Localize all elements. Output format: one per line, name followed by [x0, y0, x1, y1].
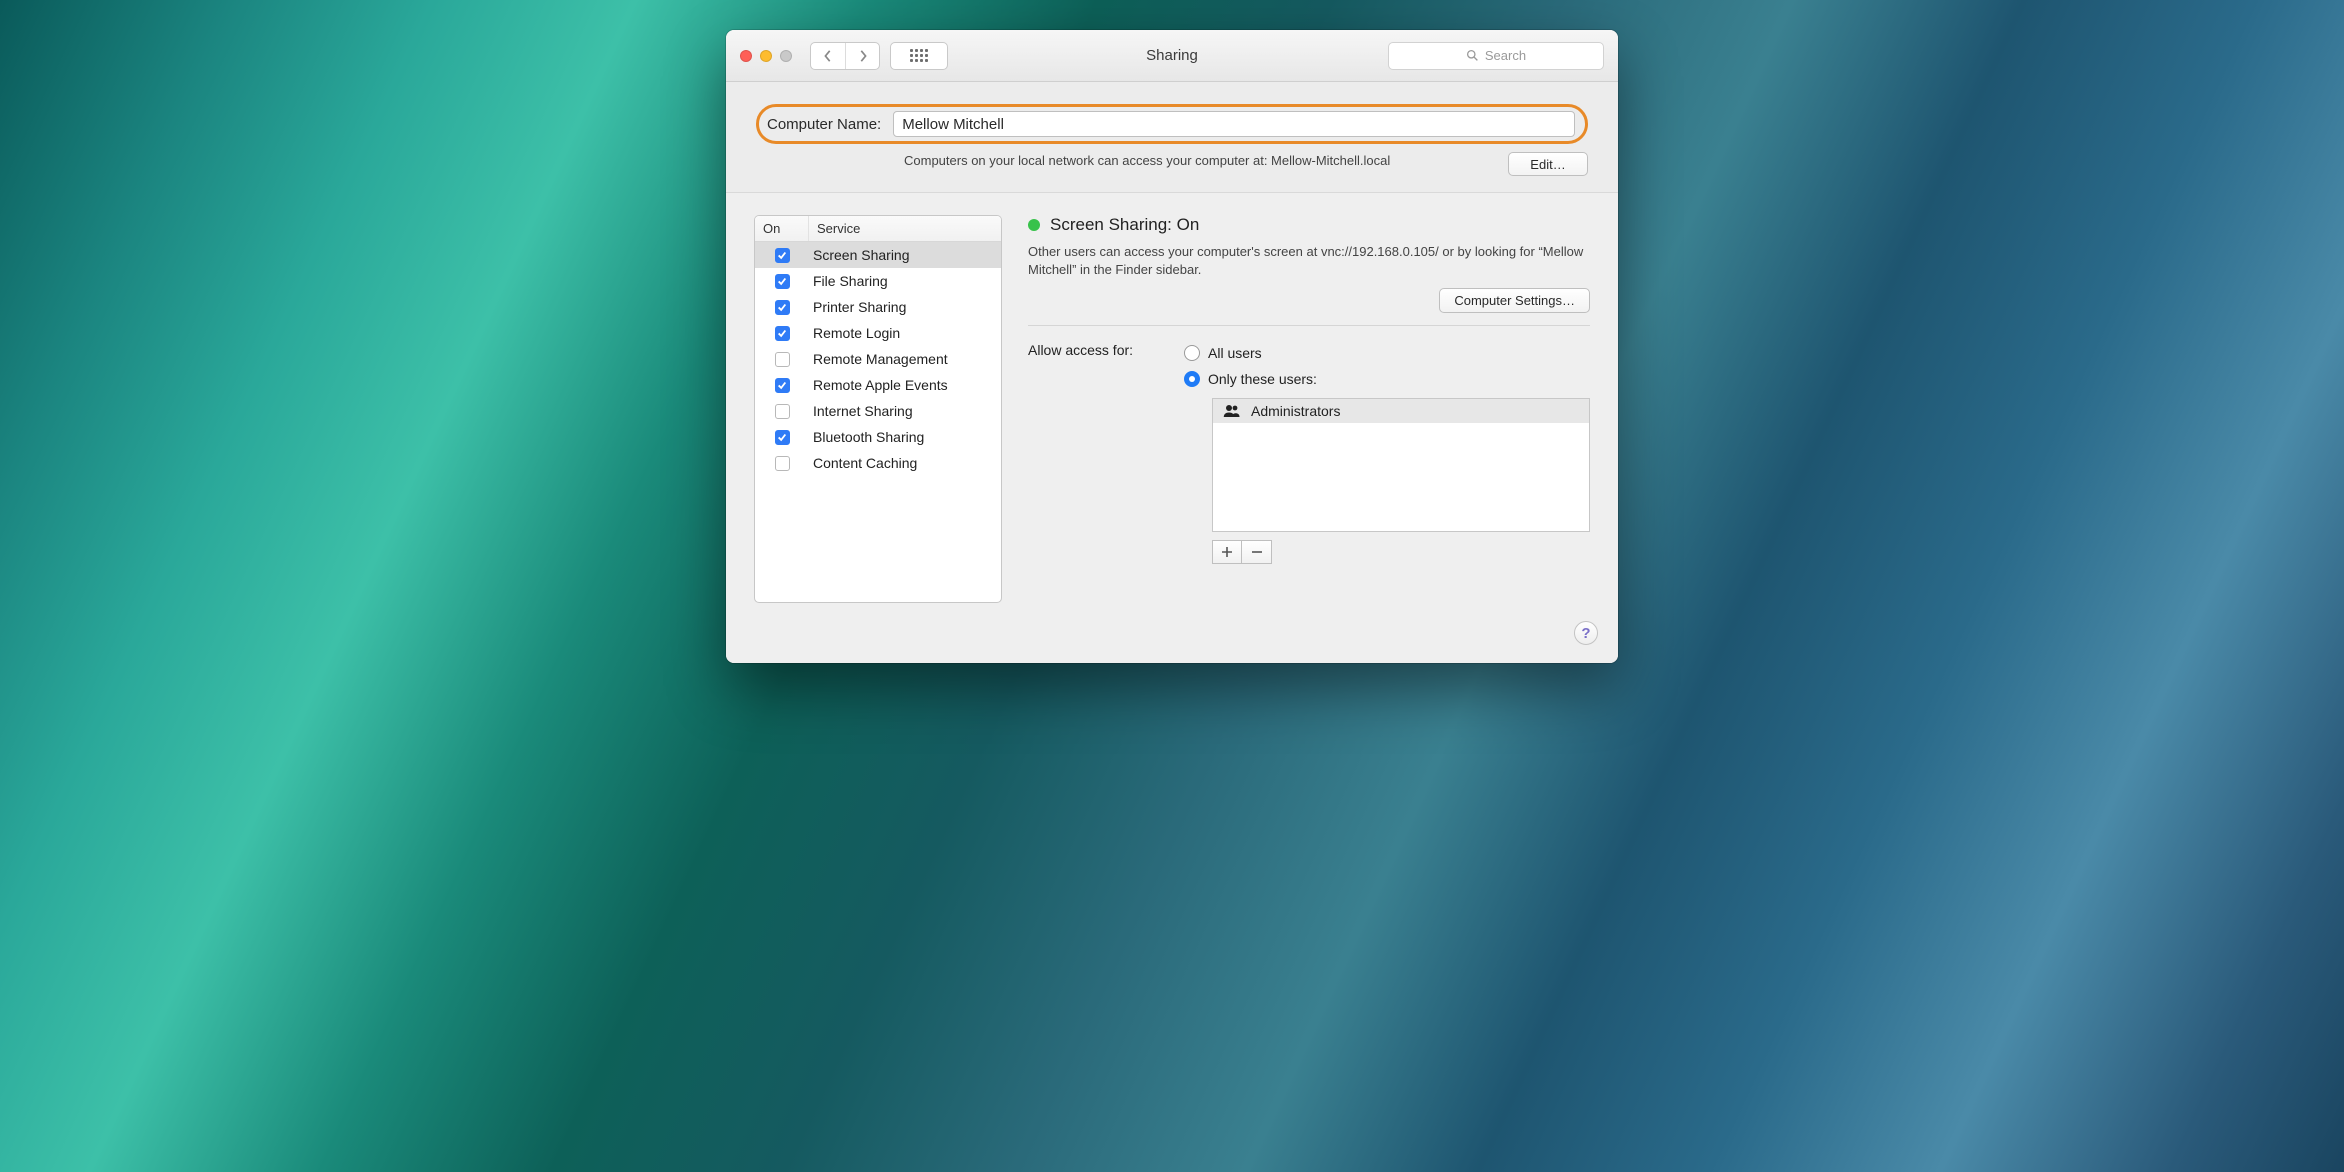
add-user-button[interactable]	[1212, 540, 1242, 564]
minimize-button[interactable]	[760, 50, 772, 62]
service-name: Printer Sharing	[809, 299, 1001, 315]
footer: ?	[726, 611, 1618, 663]
service-checkbox[interactable]	[775, 378, 790, 393]
close-button[interactable]	[740, 50, 752, 62]
service-row[interactable]: File Sharing	[755, 268, 1001, 294]
help-button[interactable]: ?	[1574, 621, 1598, 645]
users-icon	[1223, 404, 1241, 418]
service-checkbox[interactable]	[775, 248, 790, 263]
search-field-wrap[interactable]: Search	[1388, 42, 1604, 70]
plus-minus-segment	[1212, 540, 1590, 564]
detail-title: Screen Sharing: On	[1050, 215, 1199, 235]
services-body: Screen Sharing File Sharing Printer Sharin…	[755, 242, 1001, 602]
radio-all-users[interactable]: All users	[1184, 340, 1590, 366]
remove-user-button[interactable]	[1242, 540, 1272, 564]
services-table: On Service Screen Sharing File Sharing Pri…	[754, 215, 1002, 603]
service-row[interactable]: Remote Management	[755, 346, 1001, 372]
grid-icon	[910, 49, 928, 63]
detail-title-row: Screen Sharing: On	[1028, 215, 1590, 235]
radio-only-users[interactable]: Only these users:	[1184, 366, 1590, 392]
service-name: File Sharing	[809, 273, 1001, 289]
radio-all-users-icon	[1184, 345, 1200, 361]
service-checkbox[interactable]	[775, 430, 790, 445]
service-checkbox[interactable]	[775, 456, 790, 471]
minus-icon	[1251, 546, 1263, 558]
services-header: On Service	[755, 216, 1001, 242]
computer-name-input[interactable]	[893, 111, 1575, 137]
service-name: Remote Management	[809, 351, 1001, 367]
show-all-button[interactable]	[890, 42, 948, 70]
service-checkbox[interactable]	[775, 274, 790, 289]
nav-segment	[810, 42, 880, 70]
check-icon	[777, 276, 787, 286]
service-row[interactable]: Bluetooth Sharing	[755, 424, 1001, 450]
sharing-window: Sharing Search Computer Name: Computers …	[726, 30, 1618, 663]
services-header-service: Service	[809, 216, 1001, 241]
help-icon: ?	[1581, 625, 1590, 642]
access-options: All users Only these users:	[1184, 340, 1590, 564]
traffic-lights	[740, 50, 792, 62]
service-row[interactable]: Printer Sharing	[755, 294, 1001, 320]
service-name: Bluetooth Sharing	[809, 429, 1001, 445]
detail-pane: Screen Sharing: On Other users can acces…	[1028, 215, 1590, 603]
service-row[interactable]: Screen Sharing	[755, 242, 1001, 268]
service-row[interactable]: Remote Login	[755, 320, 1001, 346]
user-list-name: Administrators	[1251, 403, 1340, 419]
service-row[interactable]: Content Caching	[755, 450, 1001, 476]
service-checkbox[interactable]	[775, 404, 790, 419]
service-checkbox[interactable]	[775, 326, 790, 341]
check-icon	[777, 302, 787, 312]
access-row: Allow access for: All users Only these u…	[1028, 340, 1590, 564]
lower-pane: On Service Screen Sharing File Sharing Pri…	[726, 193, 1618, 611]
radio-only-users-icon	[1184, 371, 1200, 387]
service-checkbox[interactable]	[775, 300, 790, 315]
edit-button[interactable]: Edit…	[1508, 152, 1588, 176]
check-icon	[777, 250, 787, 260]
plus-icon	[1221, 546, 1233, 558]
service-name: Internet Sharing	[809, 403, 1001, 419]
chevron-left-icon	[823, 50, 833, 62]
access-label: Allow access for:	[1028, 340, 1174, 358]
check-icon	[777, 432, 787, 442]
back-button[interactable]	[811, 43, 845, 69]
service-checkbox[interactable]	[775, 352, 790, 367]
service-name: Screen Sharing	[809, 247, 1001, 263]
upper-pane: Computer Name: Computers on your local n…	[726, 82, 1618, 193]
status-dot-icon	[1028, 219, 1040, 231]
service-name: Remote Apple Events	[809, 377, 1001, 393]
maximize-button[interactable]	[780, 50, 792, 62]
computer-name-highlight: Computer Name:	[756, 104, 1588, 144]
computer-name-hint: Computers on your local network can acce…	[904, 152, 1488, 176]
radio-only-users-label: Only these users:	[1208, 371, 1317, 387]
service-row[interactable]: Remote Apple Events	[755, 372, 1001, 398]
computer-settings-button[interactable]: Computer Settings…	[1439, 288, 1590, 313]
user-list[interactable]: Administrators	[1212, 398, 1590, 532]
divider	[1028, 325, 1590, 326]
detail-description: Other users can access your computer's s…	[1028, 243, 1590, 278]
check-icon	[777, 328, 787, 338]
check-icon	[777, 380, 787, 390]
user-list-row[interactable]: Administrators	[1213, 399, 1589, 423]
computer-name-label: Computer Name:	[767, 116, 881, 133]
radio-all-users-label: All users	[1208, 345, 1262, 361]
services-header-on: On	[755, 216, 809, 241]
titlebar: Sharing Search	[726, 30, 1618, 82]
service-row[interactable]: Internet Sharing	[755, 398, 1001, 424]
chevron-right-icon	[858, 50, 868, 62]
forward-button[interactable]	[845, 43, 879, 69]
service-name: Content Caching	[809, 455, 1001, 471]
service-name: Remote Login	[809, 325, 1001, 341]
